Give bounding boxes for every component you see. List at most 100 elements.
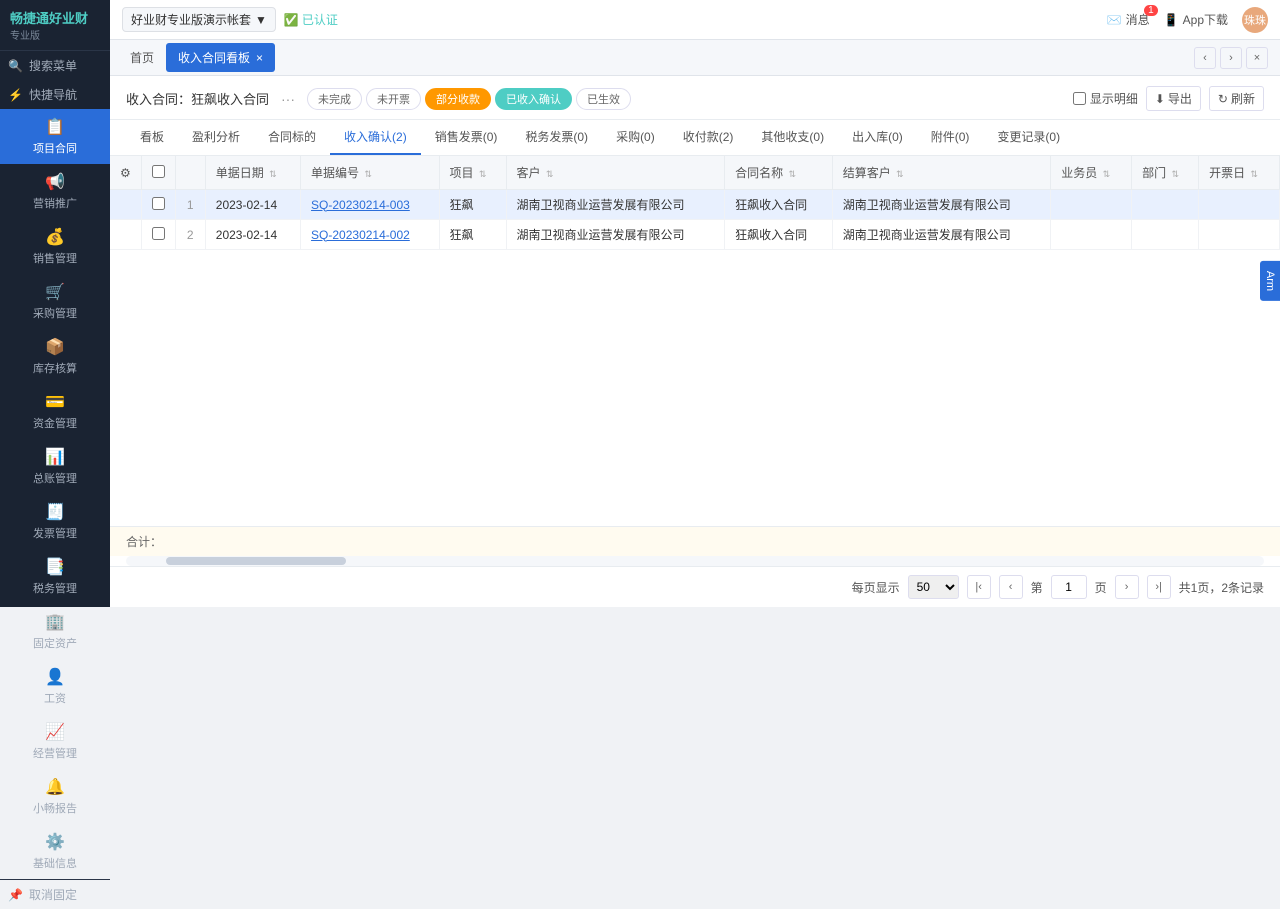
sidebar-item-hr[interactable]: 👤 工资 [0,659,110,714]
th-settings[interactable]: ⚙ [110,156,141,190]
refresh-btn[interactable]: ↻ 刷新 [1209,86,1264,111]
td-checkbox[interactable] [141,220,175,250]
sidebar-item-reports[interactable]: 🔔 小畅报告 [0,769,110,824]
sub-tab-kanban[interactable]: 看板 [126,120,178,155]
sidebar-search[interactable]: 🔍 搜索菜单 [0,51,110,80]
doc-number-link[interactable]: SQ-20230214-003 [311,198,410,212]
more-icon[interactable]: ··· [281,91,295,107]
scrollbar-track[interactable] [126,556,1264,566]
sub-tab-payment[interactable]: 收付款(2) [669,120,748,155]
tab-next-btn[interactable]: › [1220,47,1242,69]
user-action[interactable]: 珠珠 [1242,7,1268,33]
sidebar-item-tax[interactable]: 📑 税务管理 [0,549,110,604]
sidebar-item-sales[interactable]: 💰 销售管理 [0,219,110,274]
table-body: 1 2023-02-14 SQ-20230214-003 狂飙 湖南卫视商业运营… [110,190,1280,250]
per-page-label: 每页显示 [852,579,900,596]
page-input[interactable] [1051,575,1087,599]
sub-tab-sales-invoice[interactable]: 销售发票(0) [421,120,512,155]
th-checkbox[interactable] [141,156,175,190]
sub-tab-changes[interactable]: 变更记录(0) [983,120,1074,155]
show-detail-checkbox[interactable] [1073,92,1086,105]
table-row[interactable]: 1 2023-02-14 SQ-20230214-003 狂飙 湖南卫视商业运营… [110,190,1280,220]
sort-icon-customer: ⇅ [546,169,554,180]
sidebar-item-ledger[interactable]: 📊 总账管理 [0,439,110,494]
status-btn-uninvoiced[interactable]: 未开票 [366,88,421,110]
sidebar-item-assets[interactable]: 🏢 固定资产 [0,604,110,659]
assets-icon: 🏢 [45,612,65,632]
marketing-icon: 📢 [45,172,65,192]
app-download-action[interactable]: 📱 App下载 [1164,11,1228,28]
sub-tab-profit[interactable]: 盈利分析 [178,120,254,155]
row-checkbox-1[interactable] [152,227,165,240]
th-department[interactable]: 部门 ⇅ [1132,156,1199,190]
company-selector[interactable]: 好业财专业版演示帐套 ▼ [122,7,276,32]
td-number[interactable]: SQ-20230214-003 [301,190,440,220]
td-number[interactable]: SQ-20230214-002 [301,220,440,250]
status-buttons: 未完成 未开票 部分收款 已收入确认 已生效 [307,88,631,110]
row-checkbox-0[interactable] [152,197,165,210]
th-date[interactable]: 单据日期 ⇅ [205,156,300,190]
sub-tab-warehouse[interactable]: 出入库(0) [838,120,917,155]
topbar-right: ✉️ 消息 1 📱 App下载 珠珠 [1107,7,1268,33]
sort-icon-result: ⇅ [896,169,904,180]
th-customer[interactable]: 客户 ⇅ [506,156,725,190]
tab-prev-btn[interactable]: ‹ [1194,47,1216,69]
sidebar-item-invoice[interactable]: 🧾 发票管理 [0,494,110,549]
th-result-customer[interactable]: 结算客户 ⇅ [832,156,1051,190]
per-page-select[interactable]: 20 50 100 [908,575,959,599]
sidebar-item-management[interactable]: 📈 经营管理 [0,714,110,769]
sidebar-item-purchase[interactable]: 🛒 采购管理 [0,274,110,329]
page-first-btn[interactable]: |‹ [967,575,991,599]
sub-tab-subject[interactable]: 合同标的 [254,120,330,155]
sidebar-item-inventory[interactable]: 📦 库存核算 [0,329,110,384]
sidebar-bottom[interactable]: 📌 取消固定 [0,879,110,909]
th-project[interactable]: 项目 ⇅ [439,156,506,190]
page-prev-btn[interactable]: ‹ [999,575,1023,599]
doc-number-link[interactable]: SQ-20230214-002 [311,228,410,242]
sub-tab-purchase[interactable]: 采购(0) [602,120,669,155]
td-checkbox[interactable] [141,190,175,220]
sub-tab-other[interactable]: 其他收支(0) [747,120,838,155]
sub-tab-attachment[interactable]: 附件(0) [917,120,984,155]
logo-sub: 专业版 [10,27,100,42]
th-open-date[interactable]: 开票日 ⇅ [1199,156,1280,190]
th-contract[interactable]: 合同名称 ⇅ [725,156,833,190]
status-btn-effective[interactable]: 已生效 [576,88,631,110]
show-detail-toggle[interactable]: 显示明细 [1073,90,1138,107]
status-btn-incomplete[interactable]: 未完成 [307,88,362,110]
export-btn[interactable]: ⬇ 导出 [1146,86,1201,111]
sidebar-quick-nav[interactable]: ⚡ 快捷导航 [0,80,110,109]
right-panel-btn[interactable]: Arm [1260,261,1280,301]
sidebar-item-marketing[interactable]: 📢 营销推广 [0,164,110,219]
th-number[interactable]: 单据编号 ⇅ [301,156,440,190]
scrollbar-thumb[interactable] [166,557,346,565]
table-row[interactable]: 2 2023-02-14 SQ-20230214-002 狂飙 湖南卫视商业运营… [110,220,1280,250]
sub-tab-income[interactable]: 收入确认(2) [330,120,421,155]
status-btn-partial[interactable]: 部分收款 [425,88,491,110]
refresh-icon: ↻ [1218,92,1228,106]
tab-home[interactable]: 首页 [122,49,162,66]
sidebar-item-label: 税务管理 [33,580,77,596]
page-last-btn[interactable]: ›| [1147,575,1171,599]
capital-icon: 💳 [45,392,65,412]
page-next-btn[interactable]: › [1115,575,1139,599]
td-num: 1 [175,190,205,220]
sub-tabs: 看板 盈利分析 合同标的 收入确认(2) 销售发票(0) 税务发票(0) 采购(… [110,120,1280,156]
tab-close-icon[interactable]: × [256,51,263,65]
td-settings[interactable] [110,220,141,250]
th-salesman[interactable]: 业务员 ⇅ [1051,156,1132,190]
search-label: 搜索菜单 [29,57,77,74]
message-icon: ✉️ [1107,13,1122,27]
sub-tab-tax-invoice[interactable]: 税务发票(0) [511,120,602,155]
sidebar-item-capital[interactable]: 💳 资金管理 [0,384,110,439]
tab-active[interactable]: 收入合同看板 × [166,43,275,72]
message-action[interactable]: ✉️ 消息 1 [1107,11,1150,28]
sort-icon-opendate: ⇅ [1250,169,1258,180]
td-settings[interactable] [110,190,141,220]
select-all-checkbox[interactable] [152,165,165,178]
pin-icon: 📌 [8,888,23,902]
sidebar-item-basic[interactable]: ⚙️ 基础信息 [0,824,110,879]
tab-close-btn[interactable]: × [1246,47,1268,69]
sidebar-item-project[interactable]: 📋 项目合同 [0,109,110,164]
status-btn-confirmed[interactable]: 已收入确认 [495,88,572,110]
